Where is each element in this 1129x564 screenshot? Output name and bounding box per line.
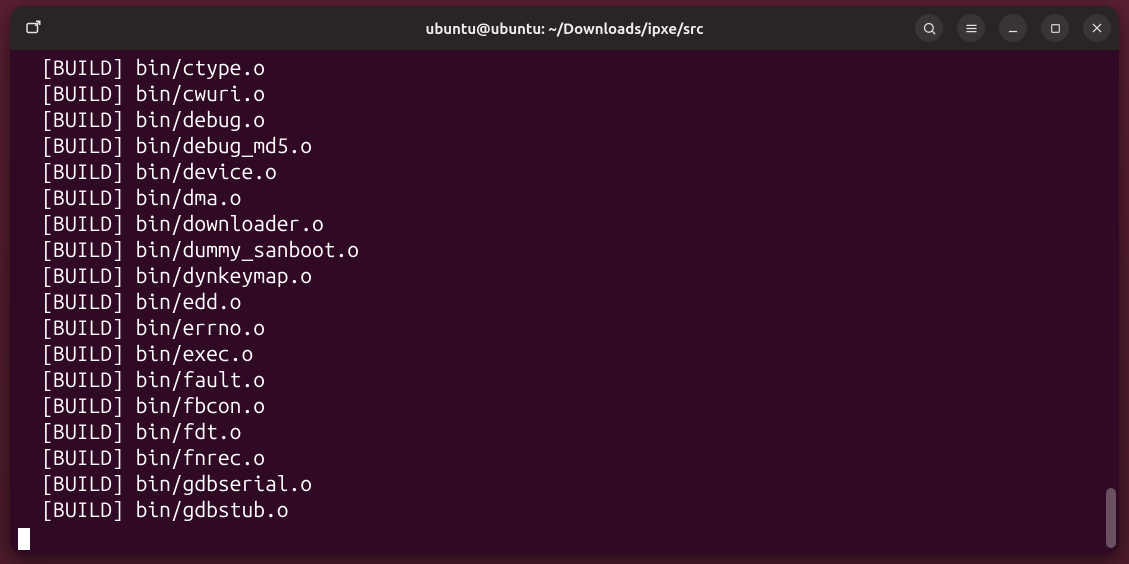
terminal-line: [BUILD] bin/debug.o	[18, 106, 1119, 132]
terminal-output[interactable]: [BUILD] bin/ctype.o [BUILD] bin/cwuri.o …	[10, 50, 1119, 554]
terminal-window: ubuntu@ubuntu: ~/Downloads/ipxe/src	[10, 6, 1119, 554]
terminal-line: [BUILD] bin/fault.o	[18, 366, 1119, 392]
hamburger-menu-button[interactable]	[957, 14, 985, 42]
cursor	[18, 528, 30, 550]
desktop-background: ubuntu@ubuntu: ~/Downloads/ipxe/src	[0, 0, 1129, 564]
scrollbar[interactable]	[1106, 50, 1116, 548]
minimize-icon	[1006, 21, 1020, 35]
close-icon	[1090, 21, 1104, 35]
terminal-line: [BUILD] bin/dummy_sanboot.o	[18, 236, 1119, 262]
new-tab-button[interactable]	[18, 13, 48, 43]
search-icon	[922, 21, 937, 36]
terminal-line: [BUILD] bin/downloader.o	[18, 210, 1119, 236]
terminal-line: [BUILD] bin/debug_md5.o	[18, 132, 1119, 158]
terminal-line: [BUILD] bin/gdbserial.o	[18, 470, 1119, 496]
terminal-line: [BUILD] bin/fdt.o	[18, 418, 1119, 444]
terminal-line: [BUILD] bin/dma.o	[18, 184, 1119, 210]
terminal-line: [BUILD] bin/edd.o	[18, 288, 1119, 314]
maximize-icon	[1049, 22, 1062, 35]
terminal-line: [BUILD] bin/dynkeymap.o	[18, 262, 1119, 288]
terminal-line: [BUILD] bin/fnrec.o	[18, 444, 1119, 470]
close-button[interactable]	[1083, 14, 1111, 42]
terminal-line: [BUILD] bin/ctype.o	[18, 54, 1119, 80]
scrollbar-thumb[interactable]	[1106, 488, 1116, 548]
new-tab-icon	[24, 19, 42, 37]
terminal-line: [BUILD] bin/errno.o	[18, 314, 1119, 340]
maximize-button[interactable]	[1041, 14, 1069, 42]
terminal-line: [BUILD] bin/gdbstub.o	[18, 496, 1119, 522]
terminal-line: [BUILD] bin/exec.o	[18, 340, 1119, 366]
terminal-line: [BUILD] bin/cwuri.o	[18, 80, 1119, 106]
terminal-line: [BUILD] bin/fbcon.o	[18, 392, 1119, 418]
hamburger-menu-icon	[964, 21, 979, 36]
search-button[interactable]	[915, 14, 943, 42]
minimize-button[interactable]	[999, 14, 1027, 42]
titlebar[interactable]: ubuntu@ubuntu: ~/Downloads/ipxe/src	[10, 6, 1119, 50]
terminal-line: [BUILD] bin/device.o	[18, 158, 1119, 184]
terminal-cursor-line[interactable]	[18, 522, 1119, 550]
